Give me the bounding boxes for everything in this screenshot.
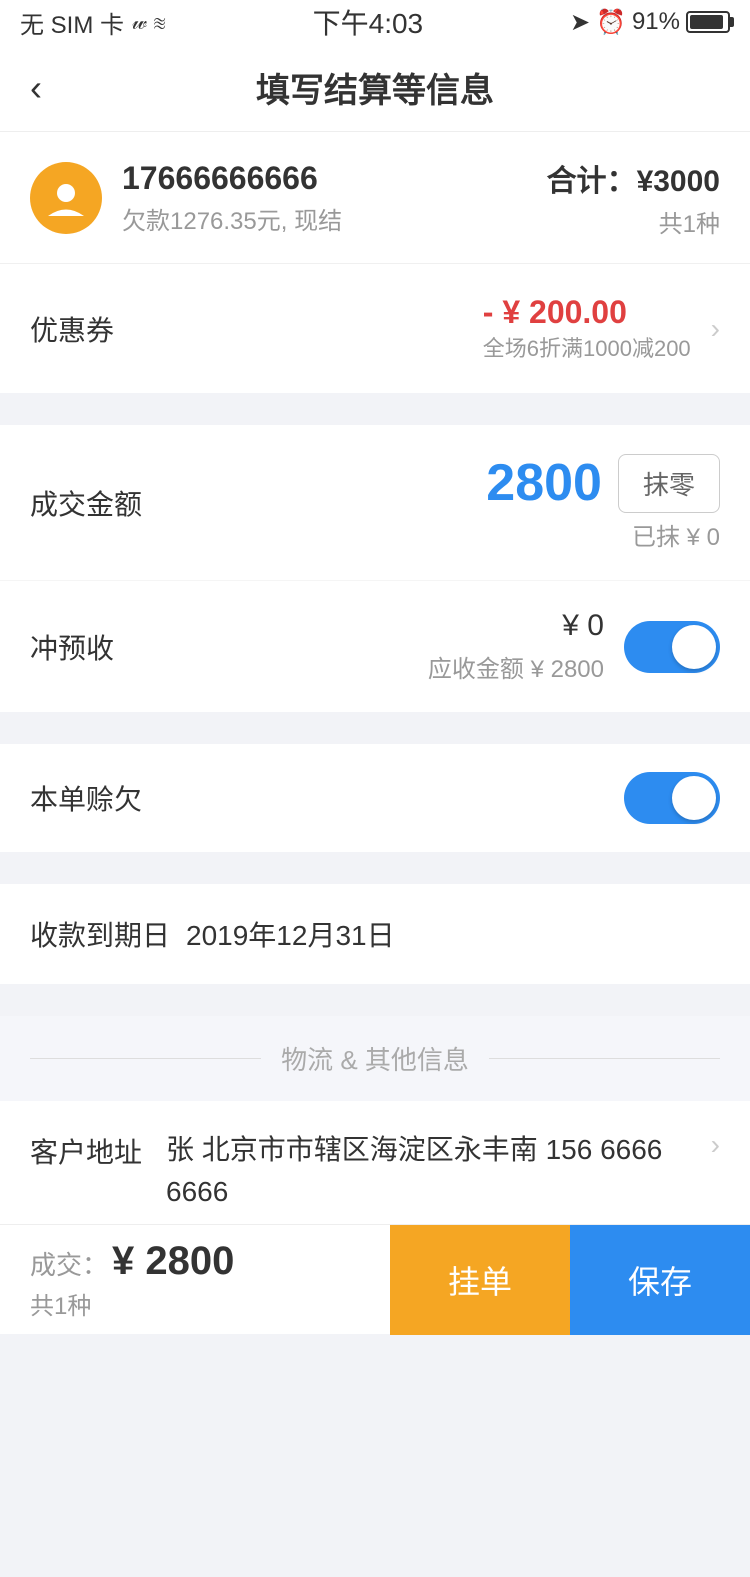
section-divider-2	[0, 728, 750, 744]
address-label: 客户地址	[30, 1131, 142, 1171]
deal-amount-row: 成交金额 2800 抹零 已抹 ¥ 0	[0, 425, 750, 581]
logistics-line-right	[489, 1058, 720, 1059]
address-section[interactable]: 客户地址 张 北京市市辖区海淀区永丰南 156 6666 6666 ›	[0, 1101, 750, 1241]
deal-amount-value: 2800	[486, 453, 602, 513]
logistics-line-left	[30, 1058, 261, 1059]
customer-sub: 欠款1276.35元, 现结	[122, 201, 547, 236]
chevron-right-icon: ›	[711, 313, 720, 345]
customer-section: 17666666666 欠款1276.35元, 现结 合计：¥3000 共1种	[0, 132, 750, 264]
address-chevron-icon: ›	[711, 1129, 720, 1161]
prepay-right: ¥ 0 应收金额 ¥ 2800	[428, 609, 604, 684]
avatar	[30, 162, 102, 234]
wifi-icon: 𝓌 ≋	[132, 9, 166, 35]
due-date-row: 收款到期日 2019年12月31日	[0, 884, 750, 984]
battery-fill	[690, 15, 723, 29]
bottom-amount-value: ¥ 2800	[112, 1239, 234, 1284]
status-time: 下午4:03	[313, 2, 424, 42]
customer-phone: 17666666666	[122, 160, 547, 197]
deal-amount-section: 成交金额 2800 抹零 已抹 ¥ 0 冲预收 ¥ 0 应收金额 ¥ 2800	[0, 425, 750, 712]
status-bar: 无 SIM 卡 𝓌 ≋ 下午4:03 ➤ ⏰ 91%	[0, 0, 750, 44]
status-right: ➤ ⏰ 91%	[570, 8, 730, 37]
status-left: 无 SIM 卡 𝓌 ≋	[20, 5, 166, 40]
due-date-label: 收款到期日	[30, 914, 170, 954]
battery-icon	[686, 11, 730, 33]
debt-row: 本单赊欠	[0, 744, 750, 852]
debt-section: 本单赊欠	[0, 744, 750, 852]
customer-info: 17666666666 欠款1276.35元, 现结	[122, 160, 547, 236]
main-content: 17666666666 欠款1276.35元, 现结 合计：¥3000 共1种 …	[0, 132, 750, 1577]
address-value: 张 北京市市辖区海淀区永丰南 156 6666 6666	[166, 1129, 695, 1213]
coupon-section[interactable]: 优惠券 - ¥ 200.00 全场6折满1000减200 ›	[0, 264, 750, 393]
section-divider	[0, 409, 750, 425]
bottom-info: 成交： ¥ 2800 共1种	[0, 1239, 390, 1321]
debt-toggle[interactable]	[624, 772, 720, 824]
logistics-label: 物流 & 其他信息	[261, 1040, 489, 1077]
debt-label: 本单赊欠	[30, 778, 624, 818]
prepay-label: 冲预收	[30, 627, 428, 667]
coupon-right: - ¥ 200.00 全场6折满1000减200 ›	[483, 294, 720, 363]
debt-toggle-knob	[672, 776, 716, 820]
bottom-deal-label: 成交：	[30, 1245, 108, 1282]
coupon-desc: 全场6折满1000减200	[483, 331, 691, 363]
round-down-button[interactable]: 抹零	[618, 454, 720, 513]
nav-bar: ‹ 填写结算等信息	[0, 44, 750, 132]
coupon-amount: - ¥ 200.00	[483, 294, 627, 330]
deal-amount-label: 成交金额	[30, 483, 486, 523]
sim-label: 无 SIM 卡	[20, 5, 124, 40]
due-date-value: 2019年12月31日	[186, 914, 395, 954]
logistics-header: 物流 & 其他信息	[0, 1016, 750, 1101]
bottom-count: 共1种	[30, 1286, 360, 1321]
pending-button[interactable]: 挂单	[390, 1225, 570, 1335]
due-date-section: 收款到期日 2019年12月31日	[0, 884, 750, 984]
page-title: 填写结算等信息	[256, 63, 494, 112]
deal-amount-controls: 2800 抹零	[486, 453, 720, 513]
battery-percent: 91%	[632, 8, 680, 36]
section-divider-3	[0, 868, 750, 884]
toggle-knob	[672, 625, 716, 669]
coupon-value-block: - ¥ 200.00 全场6折满1000减200	[483, 294, 691, 363]
bottom-bar: 成交： ¥ 2800 共1种 挂单 保存	[0, 1224, 750, 1334]
deal-amount-sub: 已抹 ¥ 0	[632, 517, 720, 552]
alarm-icon: ⏰	[596, 8, 626, 37]
bottom-amount-row: 成交： ¥ 2800	[30, 1239, 360, 1284]
location-icon: ➤	[570, 8, 590, 37]
section-divider-4	[0, 1000, 750, 1016]
prepay-toggle[interactable]	[624, 621, 720, 673]
coupon-label: 优惠券	[30, 309, 483, 349]
total-sub: 共1种	[547, 204, 720, 239]
back-button[interactable]: ‹	[20, 57, 52, 119]
prepay-amount: ¥ 0	[562, 609, 604, 643]
total-amount: 合计：¥3000	[547, 156, 720, 200]
prepay-row: 冲预收 ¥ 0 应收金额 ¥ 2800	[0, 581, 750, 712]
customer-total: 合计：¥3000 共1种	[547, 156, 720, 239]
prepay-sub: 应收金额 ¥ 2800	[428, 649, 604, 684]
save-button[interactable]: 保存	[570, 1225, 750, 1335]
